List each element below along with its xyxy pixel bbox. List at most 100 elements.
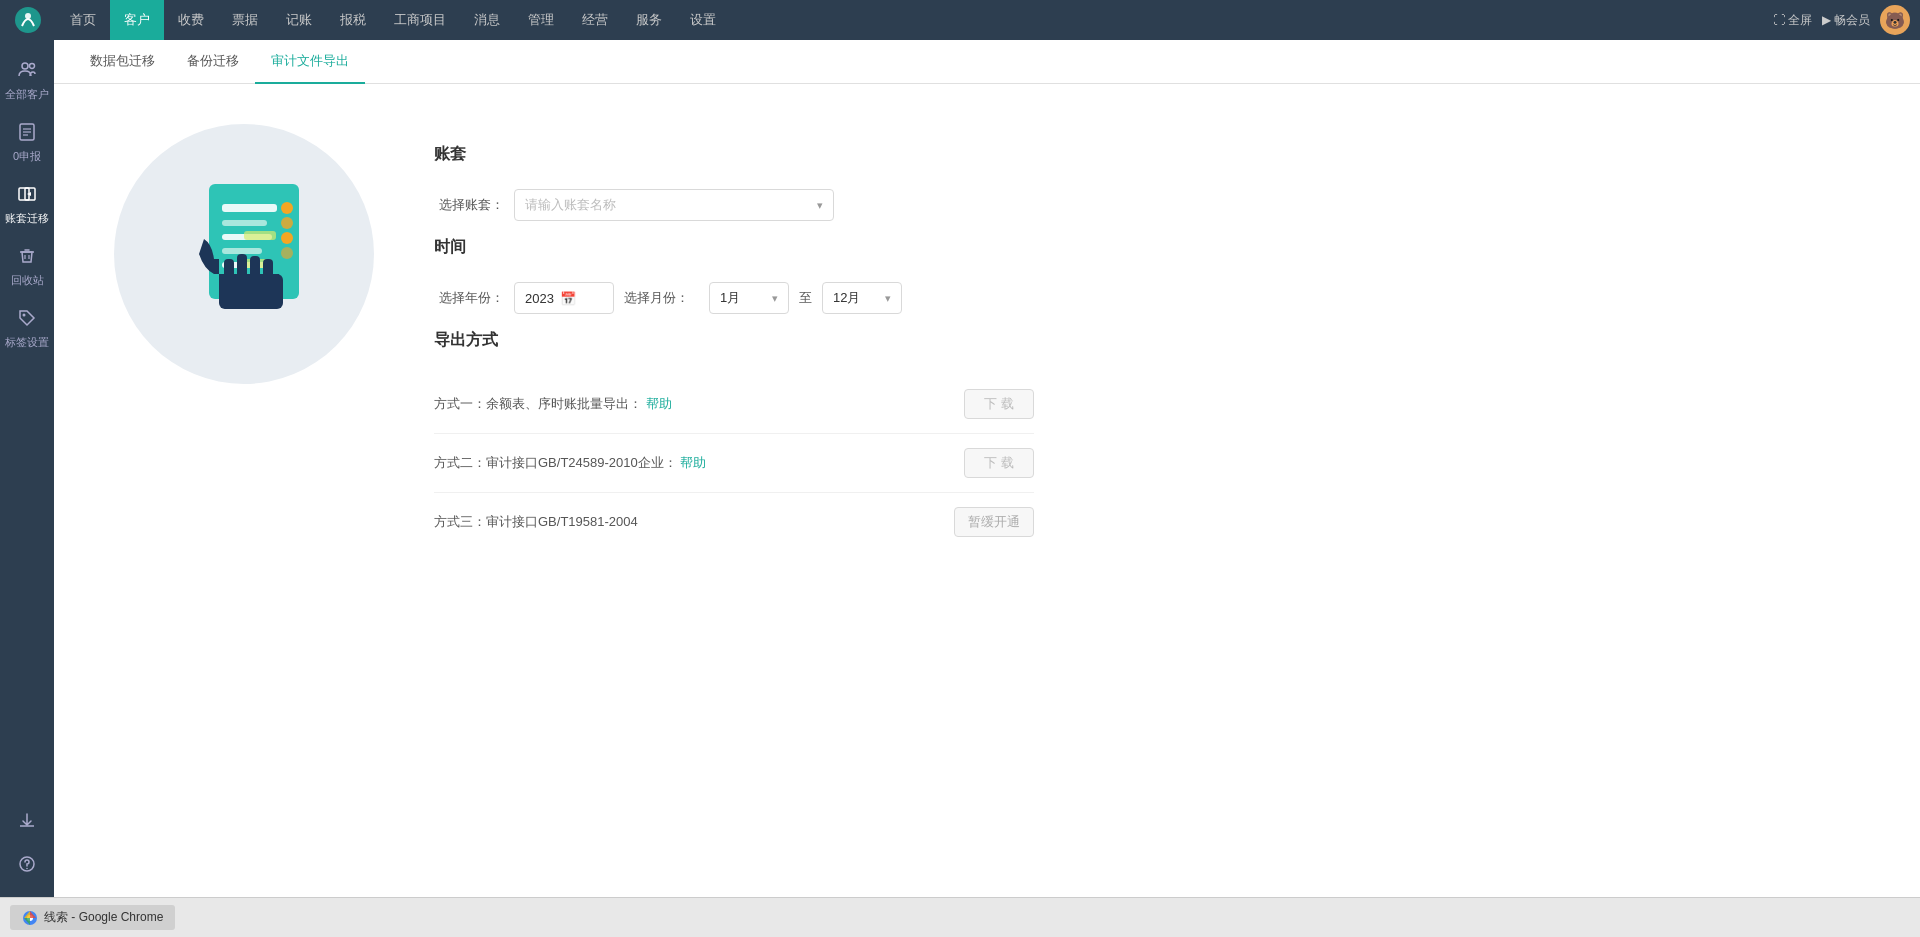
member-label: 畅会员 [1834, 12, 1870, 29]
month-label: 选择月份： [624, 289, 689, 307]
calendar-icon: 📅 [560, 291, 576, 306]
start-month-arrow: ▾ [772, 292, 778, 305]
nav-invoice[interactable]: 票据 [218, 0, 272, 40]
export-method-2: 方式二：审计接口GB/T24589-2010企业： 帮助 下 载 [434, 434, 1034, 493]
export-section-title: 导出方式 [434, 330, 1034, 359]
export-method-2-text: 方式二：审计接口GB/T24589-2010企业： [434, 455, 677, 470]
sidebar-label-tag: 标签设置 [5, 335, 49, 350]
nav-items: 首页 客户 收费 票据 记账 报税 工商项目 消息 管理 经营 服务 设置 [56, 0, 1773, 40]
nav-home[interactable]: 首页 [56, 0, 110, 40]
illustration-area [114, 124, 374, 384]
sidebar-label-migration: 账套迁移 [5, 211, 49, 226]
export-method-1-btn-label: 下 载 [984, 395, 1014, 413]
export-method-1: 方式一：余额表、序时账批量导出： 帮助 下 载 [434, 375, 1034, 434]
sidebar-item-account-migration[interactable]: 账套迁移 [0, 174, 54, 236]
nav-customer[interactable]: 客户 [110, 0, 164, 40]
declaration-icon [17, 122, 37, 145]
year-input[interactable]: 2023 📅 [514, 282, 614, 314]
end-month-select[interactable]: 12月 ▾ [822, 282, 902, 314]
taskbar-chrome-label: 线索 - Google Chrome [44, 909, 163, 926]
top-nav: 首页 客户 收费 票据 记账 报税 工商项目 消息 管理 经营 服务 设置 ⛶ … [0, 0, 1920, 40]
sidebar-bottom [0, 801, 54, 897]
account-label: 选择账套： [434, 196, 504, 214]
export-method-2-button[interactable]: 下 载 [964, 448, 1034, 478]
migration-icon [17, 184, 37, 207]
taskbar-chrome[interactable]: 线索 - Google Chrome [10, 905, 175, 930]
end-month-value: 12月 [833, 289, 860, 307]
taskbar: 线索 - Google Chrome [0, 897, 1920, 937]
export-method-3: 方式三：审计接口GB/T19581-2004 暂缓开通 [434, 493, 1034, 551]
start-month-select[interactable]: 1月 ▾ [709, 282, 789, 314]
export-method-1-desc: 方式一：余额表、序时账批量导出： 帮助 [434, 395, 954, 413]
form-area: 账套 选择账套： 请输入账套名称 ▾ 时间 选择年份： 2023 📅 [434, 124, 1034, 551]
svg-point-24 [281, 232, 293, 244]
account-form-row: 选择账套： 请输入账套名称 ▾ [434, 189, 1034, 221]
svg-rect-32 [219, 274, 283, 309]
export-method-3-button[interactable]: 暂缓开通 [954, 507, 1034, 537]
nav-bookkeeping[interactable]: 记账 [272, 0, 326, 40]
year-label: 选择年份： [434, 289, 504, 307]
export-method-2-desc: 方式二：审计接口GB/T24589-2010企业： 帮助 [434, 454, 954, 472]
svg-rect-26 [244, 231, 276, 240]
nav-right: ⛶ 全屏 ▶ 畅会员 🐻 [1773, 5, 1910, 35]
account-placeholder: 请输入账套名称 [525, 196, 817, 214]
svg-point-13 [23, 314, 26, 317]
tab-data-migration[interactable]: 数据包迁移 [74, 40, 171, 84]
sidebar-item-help[interactable] [0, 844, 54, 887]
time-row: 2023 📅 选择月份： 1月 ▾ 至 12月 ▾ [514, 282, 902, 314]
app-logo [10, 2, 46, 38]
end-month-arrow: ▾ [885, 292, 891, 305]
main-layout: 全部客户 0申报 账套迁移 [0, 40, 1920, 897]
nav-operation[interactable]: 经营 [568, 0, 622, 40]
time-section-title: 时间 [434, 237, 1034, 266]
sidebar-item-download[interactable] [0, 801, 54, 844]
export-method-1-button[interactable]: 下 载 [964, 389, 1034, 419]
tab-bar: 数据包迁移 备份迁移 审计文件导出 [54, 40, 1920, 84]
svg-point-1 [25, 13, 31, 19]
sidebar: 全部客户 0申报 账套迁移 [0, 40, 54, 897]
tab-backup-migration[interactable]: 备份迁移 [171, 40, 255, 84]
to-label: 至 [799, 289, 812, 307]
svg-point-23 [281, 217, 293, 229]
start-month-value: 1月 [720, 289, 740, 307]
sidebar-label-recycle: 回收站 [11, 273, 44, 288]
content-area: 数据包迁移 备份迁移 审计文件导出 [54, 40, 1920, 897]
recycle-icon [17, 246, 37, 269]
export-method-2-btn-label: 下 载 [984, 454, 1014, 472]
nav-settings[interactable]: 设置 [676, 0, 730, 40]
svg-rect-17 [222, 204, 277, 212]
page-content: 账套 选择账套： 请输入账套名称 ▾ 时间 选择年份： 2023 📅 [54, 84, 1920, 897]
help-icon [17, 854, 37, 877]
nav-tax[interactable]: 报税 [326, 0, 380, 40]
export-method-2-help[interactable]: 帮助 [680, 455, 706, 470]
chrome-icon [22, 910, 38, 926]
sidebar-item-tag-settings[interactable]: 标签设置 [0, 298, 54, 360]
svg-rect-18 [222, 220, 267, 226]
tag-icon [17, 308, 37, 331]
nav-management[interactable]: 管理 [514, 0, 568, 40]
export-method-1-help[interactable]: 帮助 [646, 396, 672, 411]
fullscreen-icon: ⛶ [1773, 13, 1785, 27]
export-method-3-text: 方式三：审计接口GB/T19581-2004 [434, 514, 638, 529]
sidebar-item-recycle[interactable]: 回收站 [0, 236, 54, 298]
sidebar-label-declaration: 0申报 [13, 149, 41, 164]
member-button[interactable]: ▶ 畅会员 [1822, 12, 1870, 29]
sidebar-item-declaration[interactable]: 0申报 [0, 112, 54, 174]
time-form-row: 选择年份： 2023 📅 选择月份： 1月 ▾ 至 12月 [434, 282, 1034, 314]
nav-service[interactable]: 服务 [622, 0, 676, 40]
nav-business[interactable]: 工商项目 [380, 0, 460, 40]
sidebar-item-all-customers[interactable]: 全部客户 [0, 50, 54, 112]
fullscreen-button[interactable]: ⛶ 全屏 [1773, 12, 1812, 29]
nav-message[interactable]: 消息 [460, 0, 514, 40]
export-method-1-text: 方式一：余额表、序时账批量导出： [434, 396, 642, 411]
customers-icon [17, 60, 37, 83]
account-select[interactable]: 请输入账套名称 ▾ [514, 189, 834, 221]
svg-point-3 [30, 64, 35, 69]
nav-billing[interactable]: 收费 [164, 0, 218, 40]
svg-point-25 [281, 247, 293, 259]
avatar[interactable]: 🐻 [1880, 5, 1910, 35]
fullscreen-label: 全屏 [1788, 12, 1812, 29]
tab-audit-export[interactable]: 审计文件导出 [255, 40, 365, 84]
account-dropdown-arrow: ▾ [817, 199, 823, 212]
video-icon: ▶ [1822, 13, 1831, 27]
